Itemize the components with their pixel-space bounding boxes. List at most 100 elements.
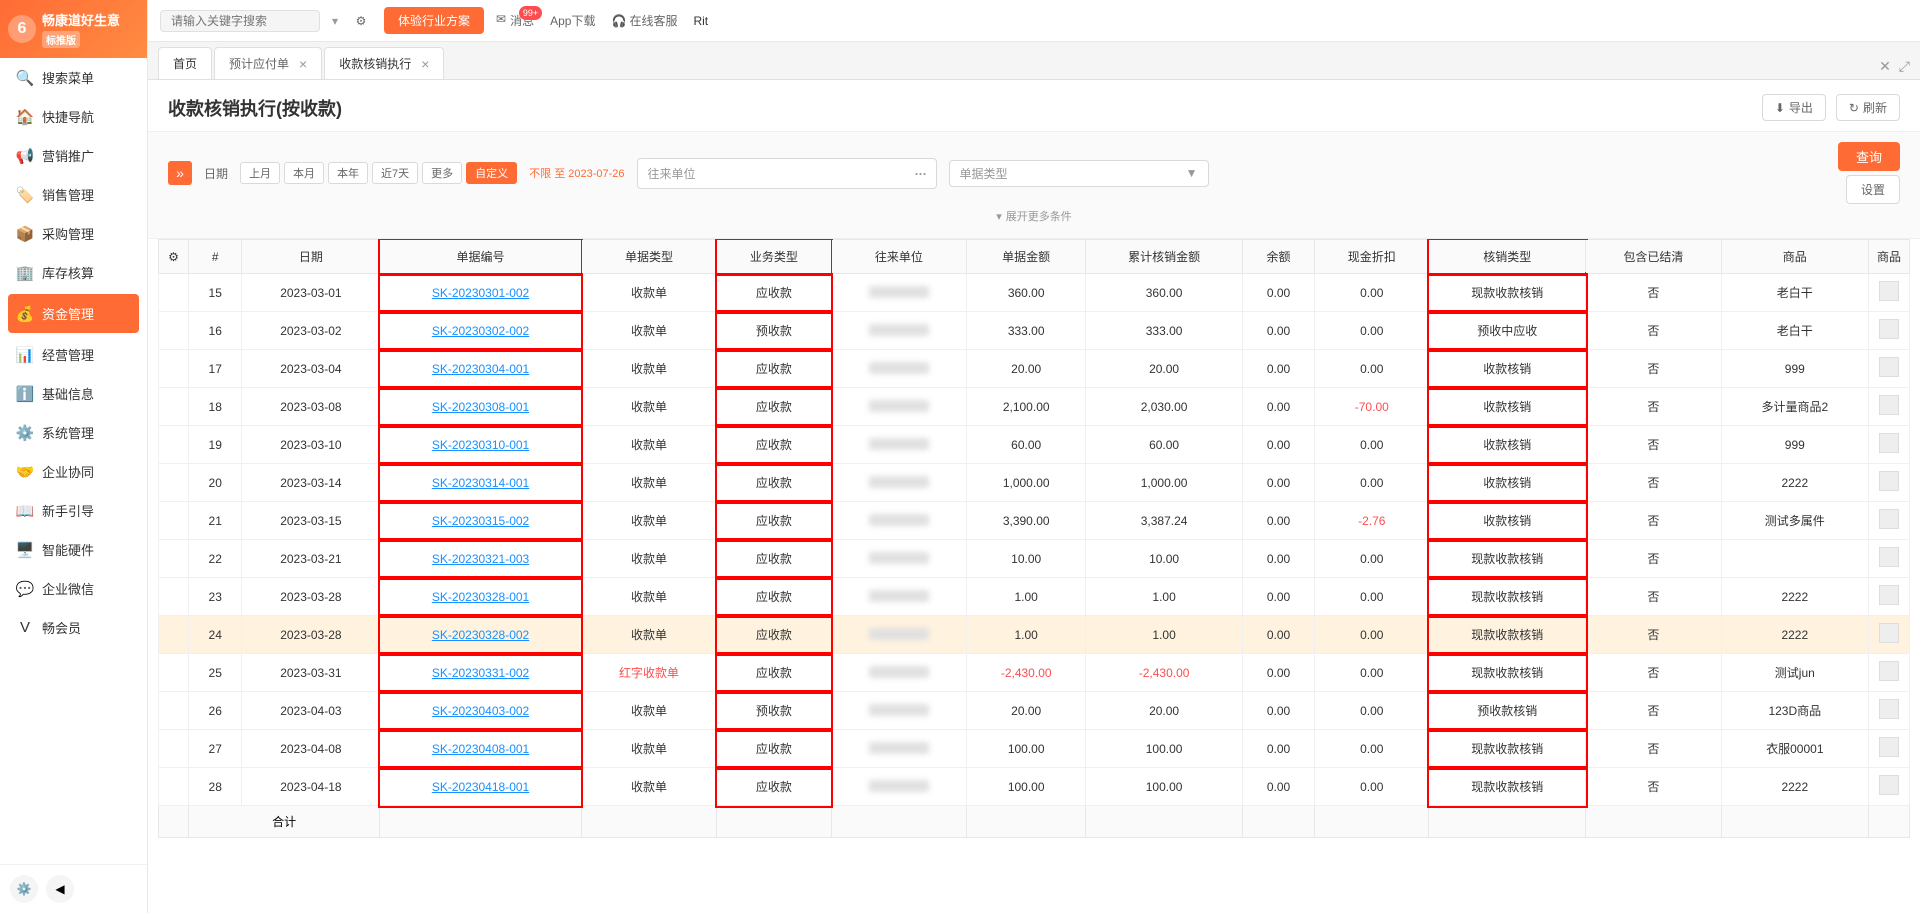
- tab-close-icon[interactable]: ×: [421, 56, 429, 72]
- doc-no-link[interactable]: SK-20230328-001: [432, 590, 529, 604]
- sidebar-item-newbie[interactable]: 📖新手引导: [0, 491, 147, 530]
- filter-expand-button[interactable]: »: [168, 161, 192, 185]
- cell-biz-type: 应收款: [717, 730, 831, 768]
- export-button[interactable]: ⬇ 导出: [1762, 94, 1826, 121]
- doc-no-link[interactable]: SK-20230304-001: [432, 362, 529, 376]
- doc-no-link[interactable]: SK-20230328-002: [432, 628, 529, 642]
- messages-button[interactable]: ✉ 消息 99+: [496, 12, 534, 29]
- tab-prepay[interactable]: 预计应付单×: [214, 47, 322, 79]
- cell-settings[interactable]: [159, 350, 189, 388]
- user-name[interactable]: Rit: [693, 14, 708, 28]
- cell-settings[interactable]: [159, 692, 189, 730]
- enterprise-icon: 🤝: [16, 463, 34, 481]
- sidebar-item-operation[interactable]: 📊经营管理: [0, 335, 147, 374]
- doc-no-link[interactable]: SK-20230301-002: [432, 286, 529, 300]
- headset-icon: 🎧: [611, 14, 626, 28]
- settings-icon[interactable]: ⚙️: [10, 875, 38, 903]
- settings-icon[interactable]: ⚙: [350, 10, 372, 32]
- industry-solution-button[interactable]: 体验行业方案: [384, 7, 484, 34]
- sidebar-item-sales[interactable]: 🏷️销售管理: [0, 175, 147, 214]
- date-option-本月[interactable]: 本月: [284, 162, 324, 184]
- cell-settings[interactable]: [159, 578, 189, 616]
- footer-settings: [159, 806, 189, 838]
- sidebar-item-marketing[interactable]: 📢营销推广: [0, 136, 147, 175]
- cell-settings[interactable]: [159, 426, 189, 464]
- sidebar-item-enterprise[interactable]: 🤝企业协同: [0, 452, 147, 491]
- search-input[interactable]: [160, 10, 320, 32]
- sidebar-item-purchase[interactable]: 📦采购管理: [0, 214, 147, 253]
- doc-no-link[interactable]: SK-20230315-002: [432, 514, 529, 528]
- cell-writeoff-amount: 100.00: [1086, 730, 1243, 768]
- cell-biz-type: 应收款: [717, 350, 831, 388]
- refresh-button[interactable]: ↻ 刷新: [1836, 94, 1900, 121]
- cell-cash-discount: -2.76: [1315, 502, 1429, 540]
- page-header: 收款核销执行(按收款) ⬇ 导出 ↻ 刷新: [148, 80, 1920, 132]
- partner-value: [869, 514, 929, 526]
- cell-cash-discount: 0.00: [1315, 730, 1429, 768]
- query-button[interactable]: 查询: [1838, 142, 1900, 171]
- tab-collection[interactable]: 收款核销执行 ×: [324, 47, 444, 79]
- column-settings[interactable]: ⚙: [159, 240, 189, 274]
- cell-settings[interactable]: [159, 388, 189, 426]
- doc-no-link[interactable]: SK-20230314-001: [432, 476, 529, 490]
- refresh-icon: ↻: [1849, 101, 1859, 115]
- sidebar-item-quicknav[interactable]: 🏠快捷导航: [0, 97, 147, 136]
- sidebar-item-wechat[interactable]: 💬企业微信: [0, 569, 147, 608]
- doctype-filter[interactable]: 单据类型 ▼: [949, 160, 1209, 187]
- sidebar-item-search[interactable]: 🔍搜索菜单: [0, 58, 147, 97]
- doc-no-link[interactable]: SK-20230418-001: [432, 780, 529, 794]
- cell-writeoff-amount: 333.00: [1086, 312, 1243, 350]
- tab-close-icon[interactable]: ×: [299, 56, 307, 72]
- logo-subtitle: 标推版: [42, 31, 80, 48]
- cell-settings[interactable]: [159, 730, 189, 768]
- doc-no-link[interactable]: SK-20230302-002: [432, 324, 529, 338]
- sidebar-item-inventory[interactable]: 🏢库存核算: [0, 253, 147, 292]
- cell-settings[interactable]: [159, 540, 189, 578]
- cell-balance: 0.00: [1242, 654, 1314, 692]
- maximize-icon[interactable]: ⤢: [1899, 58, 1910, 75]
- date-custom-button[interactable]: 自定义: [466, 162, 517, 184]
- cell-settings[interactable]: [159, 616, 189, 654]
- cell-settings[interactable]: [159, 312, 189, 350]
- sidebar-item-system[interactable]: ⚙️系统管理: [0, 413, 147, 452]
- doc-no-link[interactable]: SK-20230321-003: [432, 552, 529, 566]
- collapse-icon[interactable]: ◀: [46, 875, 74, 903]
- sidebar-item-member[interactable]: V畅会员: [0, 608, 147, 647]
- partner-filter[interactable]: 往来单位 ···: [637, 158, 937, 189]
- cell-settings[interactable]: [159, 768, 189, 806]
- cell-cash-discount: 0.00: [1315, 578, 1429, 616]
- cell-goods-img: [1868, 426, 1909, 464]
- filter-settings-button[interactable]: 设置: [1846, 175, 1900, 204]
- expand-more-conditions[interactable]: ▾ 展开更多条件: [168, 204, 1900, 228]
- doc-no-link[interactable]: SK-20230403-002: [432, 704, 529, 718]
- tab-home[interactable]: 首页: [158, 47, 212, 79]
- online-support-link[interactable]: 🎧 在线客服: [611, 12, 677, 29]
- cell-settings[interactable]: [159, 502, 189, 540]
- date-option-更多[interactable]: 更多: [422, 162, 462, 184]
- sidebar-item-label: 采购管理: [42, 224, 94, 243]
- doc-no-link[interactable]: SK-20230308-001: [432, 400, 529, 414]
- date-option-近7天[interactable]: 近7天: [372, 162, 418, 184]
- doc-no-link[interactable]: SK-20230331-002: [432, 666, 529, 680]
- footer-goods: [1721, 806, 1868, 838]
- doc-no-link[interactable]: SK-20230408-001: [432, 742, 529, 756]
- close-tab-icon[interactable]: ✕: [1879, 58, 1891, 75]
- cell-goods-img: [1868, 578, 1909, 616]
- cell-no: 21: [189, 502, 242, 540]
- cell-writeoff-amount: -2,430.00: [1086, 654, 1243, 692]
- tab-label: 收款核销执行: [339, 55, 411, 72]
- date-option-本年[interactable]: 本年: [328, 162, 368, 184]
- cell-settings[interactable]: [159, 274, 189, 312]
- partner-value: [869, 362, 929, 374]
- sidebar-item-hardware[interactable]: 🖥️智能硬件: [0, 530, 147, 569]
- cell-settings[interactable]: [159, 654, 189, 692]
- cell-writeoff-type: 收款核销: [1429, 388, 1586, 426]
- cell-date: 2023-03-28: [242, 616, 380, 654]
- sidebar-item-base[interactable]: ℹ️基础信息: [0, 374, 147, 413]
- app-download-link[interactable]: App下载: [550, 12, 595, 29]
- doc-no-link[interactable]: SK-20230310-001: [432, 438, 529, 452]
- cell-settings[interactable]: [159, 464, 189, 502]
- sidebar-item-finance[interactable]: 💰资金管理: [8, 294, 139, 333]
- date-option-上月[interactable]: 上月: [240, 162, 280, 184]
- cell-goods-img: [1868, 464, 1909, 502]
